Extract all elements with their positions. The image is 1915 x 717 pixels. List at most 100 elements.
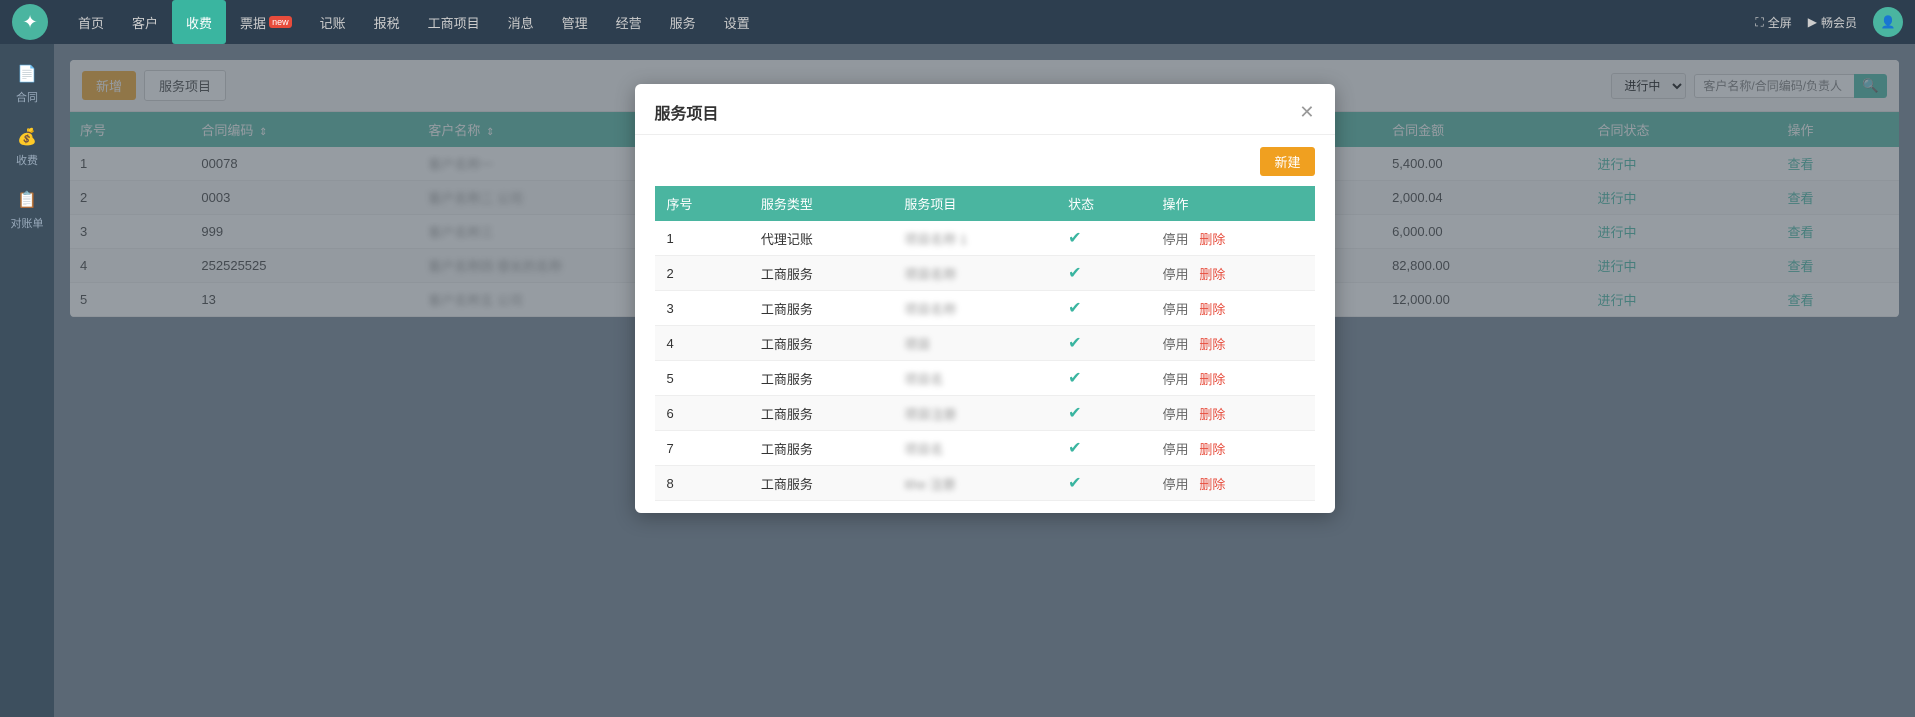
stop-button[interactable]: 停用 <box>1163 267 1189 282</box>
delete-button[interactable]: 删除 <box>1199 302 1225 317</box>
stop-button[interactable]: 停用 <box>1163 477 1189 492</box>
left-sidebar: 📄 合同 💰 收费 📋 对账单 <box>0 44 54 717</box>
nav-operation[interactable]: 经营 <box>602 0 656 44</box>
list-item: 5 工商服务 项目名 ✔ 停用 删除 <box>655 361 1315 396</box>
member-button[interactable]: ▶ 畅会员 <box>1808 14 1857 31</box>
stop-button[interactable]: 停用 <box>1163 442 1189 457</box>
nav-manage[interactable]: 管理 <box>548 0 602 44</box>
delete-button[interactable]: 删除 <box>1199 337 1225 352</box>
stop-button[interactable]: 停用 <box>1163 302 1189 317</box>
modal-cell-action: 停用 删除 <box>1151 326 1315 361</box>
statement-icon: 📋 <box>15 188 39 212</box>
list-item: 2 工商服务 项目名称 ✔ 停用 删除 <box>655 256 1315 291</box>
nav-tax[interactable]: 报税 <box>360 0 414 44</box>
sidebar-item-contract[interactable]: 📄 合同 <box>0 54 54 113</box>
modal-cell-action: 停用 删除 <box>1151 291 1315 326</box>
nav-client[interactable]: 客户 <box>118 0 172 44</box>
list-item: 4 工商服务 项目 ✔ 停用 删除 <box>655 326 1315 361</box>
stop-button[interactable]: 停用 <box>1163 372 1189 387</box>
modal-cell-status: ✔ <box>1056 291 1150 326</box>
modal-title: 服务项目 <box>655 100 719 124</box>
modal-cell-type: 工商服务 <box>749 396 892 431</box>
nav-bizitem[interactable]: 工商项目 <box>414 0 494 44</box>
modal-cell-item: 项目名 <box>892 361 1056 396</box>
modal-header: 服务项目 ✕ <box>635 84 1335 135</box>
nav-fee[interactable]: 收费 <box>172 0 226 44</box>
modal-table-header: 序号 服务类型 服务项目 状态 操作 <box>655 186 1315 221</box>
top-navigation: ✦ 首页 客户 收费 票据 new 记账 报税 工商项目 消息 管理 经营 服务… <box>0 0 1915 44</box>
stop-button[interactable]: 停用 <box>1163 232 1189 247</box>
nav-message[interactable]: 消息 <box>494 0 548 44</box>
sidebar-item-statement[interactable]: 📋 对账单 <box>0 180 54 239</box>
delete-button[interactable]: 删除 <box>1199 442 1225 457</box>
service-items-modal: 服务项目 ✕ 新建 序号 服务类型 服务项目 <box>635 84 1335 513</box>
nav-menu: 首页 客户 收费 票据 new 记账 报税 工商项目 消息 管理 经营 服务 设… <box>64 0 1755 44</box>
nav-invoice[interactable]: 票据 new <box>226 0 306 44</box>
modal-cell-seq: 8 <box>655 466 749 501</box>
modal-overlay: 服务项目 ✕ 新建 序号 服务类型 服务项目 <box>54 44 1915 717</box>
nav-settings[interactable]: 设置 <box>710 0 764 44</box>
modal-cell-item: Ithe 注册 <box>892 466 1056 501</box>
modal-cell-seq: 2 <box>655 256 749 291</box>
modal-cell-action: 停用 删除 <box>1151 221 1315 256</box>
user-avatar[interactable]: 👤 <box>1873 7 1903 37</box>
logo-icon: ✦ <box>12 4 48 40</box>
stop-button[interactable]: 停用 <box>1163 407 1189 422</box>
sidebar-fee-label: 收费 <box>16 152 38 168</box>
fullscreen-icon: ⛶ <box>1755 15 1763 30</box>
list-item: 7 工商服务 项目名 ✔ 停用 删除 <box>655 431 1315 466</box>
modal-cell-seq: 7 <box>655 431 749 466</box>
delete-button[interactable]: 删除 <box>1199 232 1225 247</box>
play-icon: ▶ <box>1808 15 1817 29</box>
nav-service[interactable]: 服务 <box>656 0 710 44</box>
modal-body: 新建 序号 服务类型 服务项目 状态 操作 <box>635 135 1335 513</box>
fullscreen-button[interactable]: ⛶ 全屏 <box>1755 14 1791 31</box>
modal-cell-action: 停用 删除 <box>1151 361 1315 396</box>
modal-cell-type: 工商服务 <box>749 256 892 291</box>
sidebar-contract-label: 合同 <box>16 89 38 105</box>
modal-cell-status: ✔ <box>1056 326 1150 361</box>
delete-button[interactable]: 删除 <box>1199 372 1225 387</box>
modal-cell-seq: 5 <box>655 361 749 396</box>
list-item: 8 工商服务 Ithe 注册 ✔ 停用 删除 <box>655 466 1315 501</box>
modal-close-button[interactable]: ✕ <box>1299 102 1314 123</box>
modal-cell-status: ✔ <box>1056 221 1150 256</box>
modal-cell-action: 停用 删除 <box>1151 466 1315 501</box>
modal-toolbar: 新建 <box>655 147 1315 176</box>
delete-button[interactable]: 删除 <box>1199 267 1225 282</box>
modal-cell-status: ✔ <box>1056 256 1150 291</box>
nav-bookkeeping[interactable]: 记账 <box>306 0 360 44</box>
sidebar-item-fee[interactable]: 💰 收费 <box>0 117 54 176</box>
main-layout: 📄 合同 💰 收费 📋 对账单 新增 服务项目 进行中全部已结束 🔍 <box>0 44 1915 717</box>
modal-cell-status: ✔ <box>1056 466 1150 501</box>
modal-col-type: 服务类型 <box>749 186 892 221</box>
modal-table-body: 1 代理记账 项目名称 1 ✔ 停用 删除 <box>655 221 1315 501</box>
list-item: 6 工商服务 项目注册 ✔ 停用 删除 <box>655 396 1315 431</box>
modal-cell-type: 工商服务 <box>749 326 892 361</box>
modal-cell-type: 工商服务 <box>749 466 892 501</box>
modal-cell-seq: 1 <box>655 221 749 256</box>
modal-cell-action: 停用 删除 <box>1151 396 1315 431</box>
list-item: 3 工商服务 项目名称 ✔ 停用 删除 <box>655 291 1315 326</box>
modal-cell-type: 工商服务 <box>749 431 892 466</box>
modal-table-wrapper: 序号 服务类型 服务项目 状态 操作 1 代理记账 <box>655 186 1315 501</box>
modal-cell-item: 项目 <box>892 326 1056 361</box>
member-label: 畅会员 <box>1821 14 1857 31</box>
modal-cell-item: 项目名 <box>892 431 1056 466</box>
nav-home[interactable]: 首页 <box>64 0 118 44</box>
modal-cell-type: 代理记账 <box>749 221 892 256</box>
nav-right-area: ⛶ 全屏 ▶ 畅会员 👤 <box>1755 7 1903 37</box>
modal-cell-seq: 4 <box>655 326 749 361</box>
modal-cell-item: 项目名称 <box>892 291 1056 326</box>
delete-button[interactable]: 删除 <box>1199 477 1225 492</box>
stop-button[interactable]: 停用 <box>1163 337 1189 352</box>
modal-cell-seq: 3 <box>655 291 749 326</box>
modal-new-button[interactable]: 新建 <box>1260 147 1314 176</box>
fee-icon: 💰 <box>15 125 39 149</box>
service-items-table: 序号 服务类型 服务项目 状态 操作 1 代理记账 <box>655 186 1315 501</box>
modal-cell-item: 项目名称 1 <box>892 221 1056 256</box>
modal-col-status: 状态 <box>1056 186 1150 221</box>
delete-button[interactable]: 删除 <box>1199 407 1225 422</box>
modal-col-item: 服务项目 <box>892 186 1056 221</box>
new-badge: new <box>269 16 292 28</box>
